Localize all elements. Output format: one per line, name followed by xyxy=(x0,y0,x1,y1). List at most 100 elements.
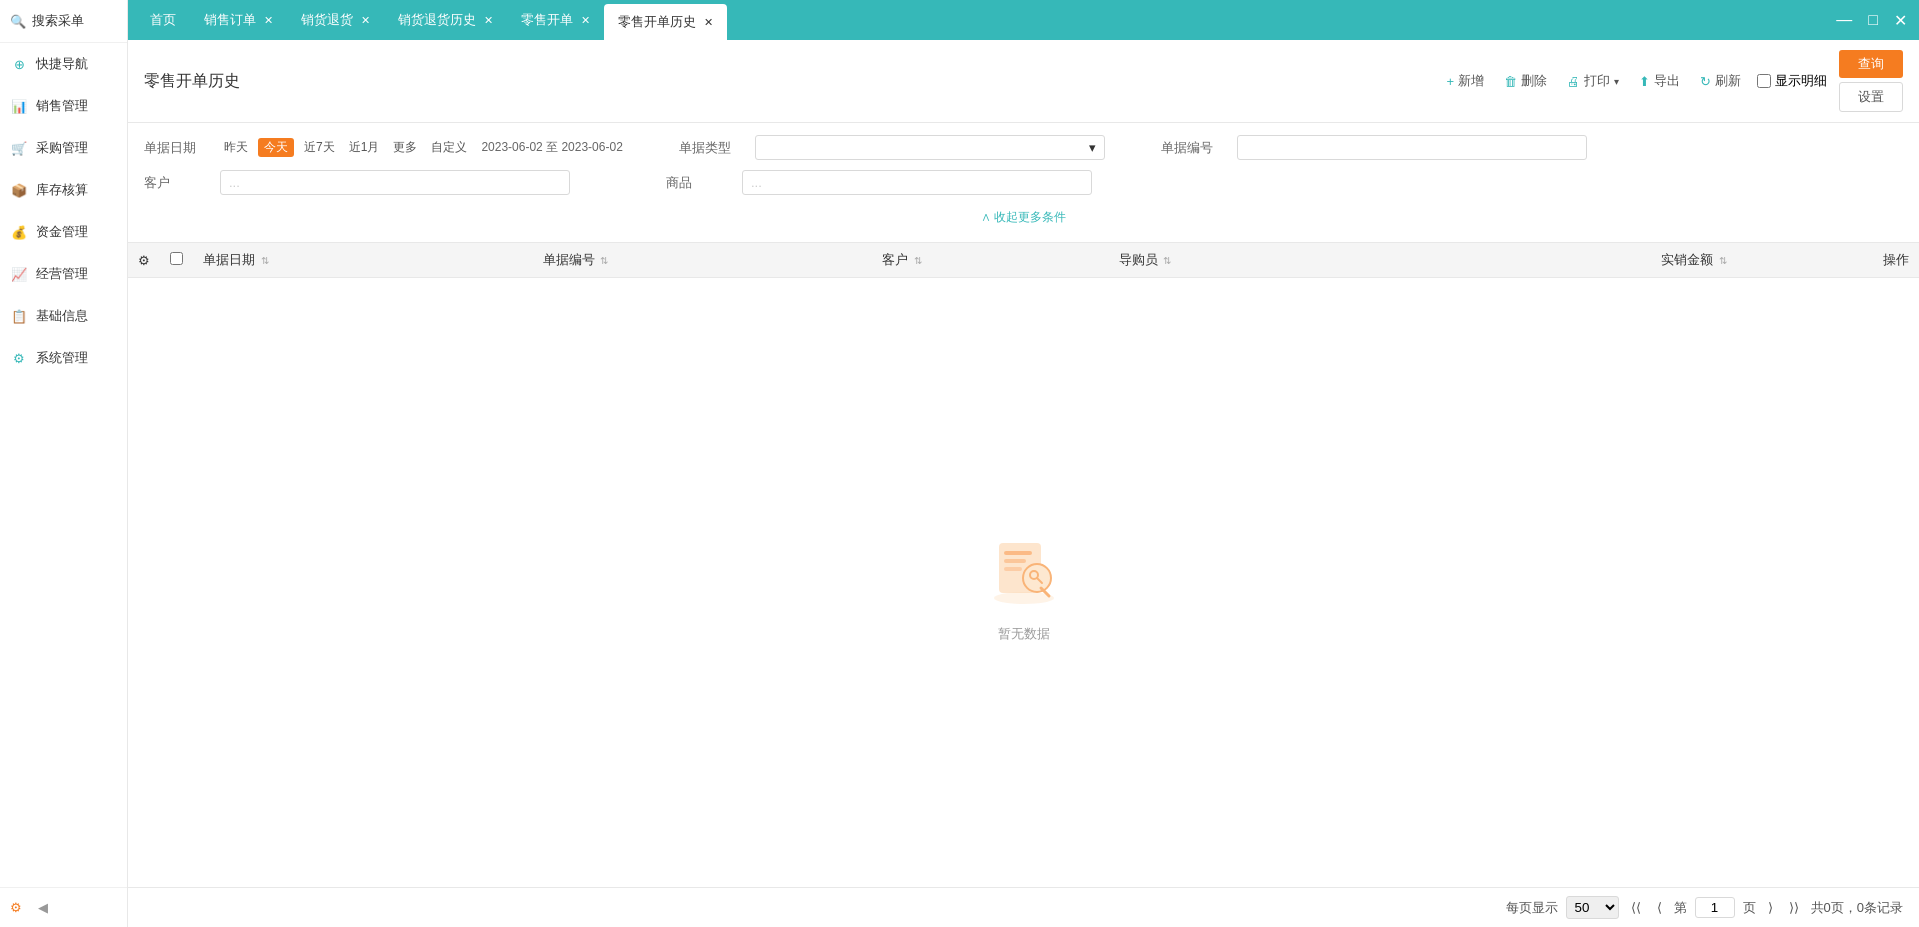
th-amount[interactable]: 实销金额 ⇅ xyxy=(1397,243,1737,278)
page-number-input[interactable] xyxy=(1695,897,1735,918)
page-next-button[interactable]: ⟩ xyxy=(1764,900,1777,915)
print-arrow-icon: ▾ xyxy=(1614,76,1619,87)
th-customer[interactable]: 客户 ⇅ xyxy=(872,243,1109,278)
tab-sales-return-close[interactable]: ✕ xyxy=(361,14,370,27)
svg-rect-4 xyxy=(1004,567,1022,571)
sales-mgmt-icon: 📊 xyxy=(10,97,28,115)
display-detail-toggle[interactable]: 显示明细 xyxy=(1757,72,1827,90)
minimize-button[interactable]: — xyxy=(1832,11,1856,29)
toolbar: + 新增 🗑 删除 🖨 打印 ▾ ⬆ 导出 ↻ 刷新 显示明细 xyxy=(1442,50,1903,112)
settings-bottom-icon[interactable]: ⚙ xyxy=(10,900,22,915)
table-container: ⚙ 单据日期 ⇅ 单据编号 ⇅ 客户 ⇅ xyxy=(128,243,1919,887)
sidebar-item-label: 销售管理 xyxy=(36,97,88,115)
product-select[interactable]: ... xyxy=(742,170,1092,195)
sidebar-item-operations[interactable]: 📈 经营管理 xyxy=(0,253,127,295)
sidebar-search[interactable]: 🔍 搜索采单 xyxy=(0,0,127,43)
doc-type-dropdown-icon: ▾ xyxy=(1089,140,1096,155)
th-date-label: 单据日期 xyxy=(203,252,255,267)
tab-retail-open[interactable]: 零售开单 ✕ xyxy=(507,0,604,40)
page-prev-button[interactable]: ⟨ xyxy=(1653,900,1666,915)
sidebar-item-inventory[interactable]: 📦 库存核算 xyxy=(0,169,127,211)
th-customer-label: 客户 xyxy=(882,252,908,267)
tab-sales-return-label: 销货退货 xyxy=(301,11,353,29)
close-button[interactable]: ✕ xyxy=(1890,11,1911,30)
sidebar-item-finance[interactable]: 💰 资金管理 xyxy=(0,211,127,253)
tab-home-label: 首页 xyxy=(150,11,176,29)
tab-sales-order[interactable]: 销售订单 ✕ xyxy=(190,0,287,40)
page-header: 零售开单历史 + 新增 🗑 删除 🖨 打印 ▾ ⬆ 导出 ↻ 刷新 xyxy=(128,40,1919,123)
sidebar-item-purchase-mgmt[interactable]: 🛒 采购管理 xyxy=(0,127,127,169)
refresh-label: 刷新 xyxy=(1715,72,1741,90)
date-btn-custom[interactable]: 自定义 xyxy=(427,138,471,157)
tab-bar: 首页 销售订单 ✕ 销货退货 ✕ 销货退货历史 ✕ 零售开单 ✕ 零售开单历史 … xyxy=(128,0,1919,40)
total-info: 共0页，0条记录 xyxy=(1811,899,1903,917)
tab-retail-open-label: 零售开单 xyxy=(521,11,573,29)
tab-sales-return-history-close[interactable]: ✕ xyxy=(484,14,493,27)
export-label: 导出 xyxy=(1654,72,1680,90)
doc-no-input[interactable] xyxy=(1237,135,1587,160)
th-date[interactable]: 单据日期 ⇅ xyxy=(193,243,533,278)
doc-type-select[interactable]: ▾ xyxy=(755,135,1105,160)
tab-retail-open-history-close[interactable]: ✕ xyxy=(704,16,713,29)
tab-retail-open-history-label: 零售开单历史 xyxy=(618,13,696,31)
column-config-icon[interactable]: ⚙ xyxy=(138,253,150,268)
page-first-button[interactable]: ⟨⟨ xyxy=(1627,900,1645,915)
system-mgmt-icon: ⚙ xyxy=(10,349,28,367)
th-salesperson[interactable]: 导购员 ⇅ xyxy=(1109,243,1397,278)
delete-button[interactable]: 🗑 删除 xyxy=(1500,72,1551,90)
sidebar-item-label: 采购管理 xyxy=(36,139,88,157)
date-btn-last7[interactable]: 近7天 xyxy=(300,138,339,157)
tab-sales-return-history-label: 销货退货历史 xyxy=(398,11,476,29)
customer-label: 客户 xyxy=(144,174,204,192)
select-all-checkbox[interactable] xyxy=(170,252,183,265)
tab-sales-return[interactable]: 销货退货 ✕ xyxy=(287,0,384,40)
settings-button[interactable]: 设置 xyxy=(1839,82,1903,112)
page-title: 零售开单历史 xyxy=(144,71,240,92)
per-page-select[interactable]: 50 100 200 xyxy=(1566,896,1619,919)
tab-retail-open-close[interactable]: ✕ xyxy=(581,14,590,27)
sidebar-item-system-mgmt[interactable]: ⚙ 系统管理 xyxy=(0,337,127,379)
date-range-display: 2023-06-02 至 2023-06-02 xyxy=(481,139,622,156)
sidebar-item-quick-nav[interactable]: ⊕ 快捷导航 xyxy=(0,43,127,85)
refresh-icon: ↻ xyxy=(1700,74,1711,89)
page-last-button[interactable]: ⟩⟩ xyxy=(1785,900,1803,915)
th-config[interactable]: ⚙ xyxy=(128,243,160,278)
print-button[interactable]: 🖨 打印 ▾ xyxy=(1563,72,1623,90)
export-button[interactable]: ⬆ 导出 xyxy=(1635,72,1684,90)
tab-sales-order-close[interactable]: ✕ xyxy=(264,14,273,27)
sidebar-search-label: 搜索采单 xyxy=(32,12,84,30)
date-btn-yesterday[interactable]: 昨天 xyxy=(220,138,252,157)
product-placeholder: ... xyxy=(751,175,762,190)
empty-illustration xyxy=(979,523,1069,613)
empty-state: 暂无数据 xyxy=(128,278,1919,887)
tab-sales-return-history[interactable]: 销货退货历史 ✕ xyxy=(384,0,507,40)
sidebar-item-sales-mgmt[interactable]: 📊 销售管理 xyxy=(0,85,127,127)
add-icon: + xyxy=(1446,74,1454,89)
sidebar-item-basic-info[interactable]: 📋 基础信息 xyxy=(0,295,127,337)
display-detail-checkbox[interactable] xyxy=(1757,74,1771,88)
purchase-mgmt-icon: 🛒 xyxy=(10,139,28,157)
filter-collapse-btn[interactable]: ∧ 收起更多条件 xyxy=(144,205,1903,230)
date-btn-today[interactable]: 今天 xyxy=(258,138,294,157)
date-btn-last-month[interactable]: 近1月 xyxy=(345,138,384,157)
collapse-sidebar-icon[interactable]: ◀ xyxy=(38,900,48,915)
tab-retail-open-history[interactable]: 零售开单历史 ✕ xyxy=(604,4,727,40)
finance-icon: 💰 xyxy=(10,223,28,241)
page-label-post: 页 xyxy=(1743,899,1756,917)
date-buttons: 昨天 今天 近7天 近1月 更多 自定义 2023-06-02 至 2023-0… xyxy=(220,138,623,157)
table-header-row: ⚙ 单据日期 ⇅ 单据编号 ⇅ 客户 ⇅ xyxy=(128,243,1919,278)
add-button[interactable]: + 新增 xyxy=(1442,72,1488,90)
query-button[interactable]: 查询 xyxy=(1839,50,1903,78)
date-btn-more[interactable]: 更多 xyxy=(389,138,421,157)
maximize-button[interactable]: □ xyxy=(1864,11,1882,29)
search-icon: 🔍 xyxy=(10,14,26,29)
tab-home[interactable]: 首页 xyxy=(136,0,190,40)
th-amount-sort-icon: ⇅ xyxy=(1719,255,1727,266)
th-checkbox[interactable] xyxy=(160,243,193,278)
sidebar-bottom: ⚙ ◀ xyxy=(0,887,127,927)
refresh-button[interactable]: ↻ 刷新 xyxy=(1696,72,1745,90)
th-no[interactable]: 单据编号 ⇅ xyxy=(533,243,873,278)
th-actions: 操作 xyxy=(1737,243,1920,278)
customer-select[interactable]: ... xyxy=(220,170,570,195)
print-icon: 🖨 xyxy=(1567,74,1580,89)
